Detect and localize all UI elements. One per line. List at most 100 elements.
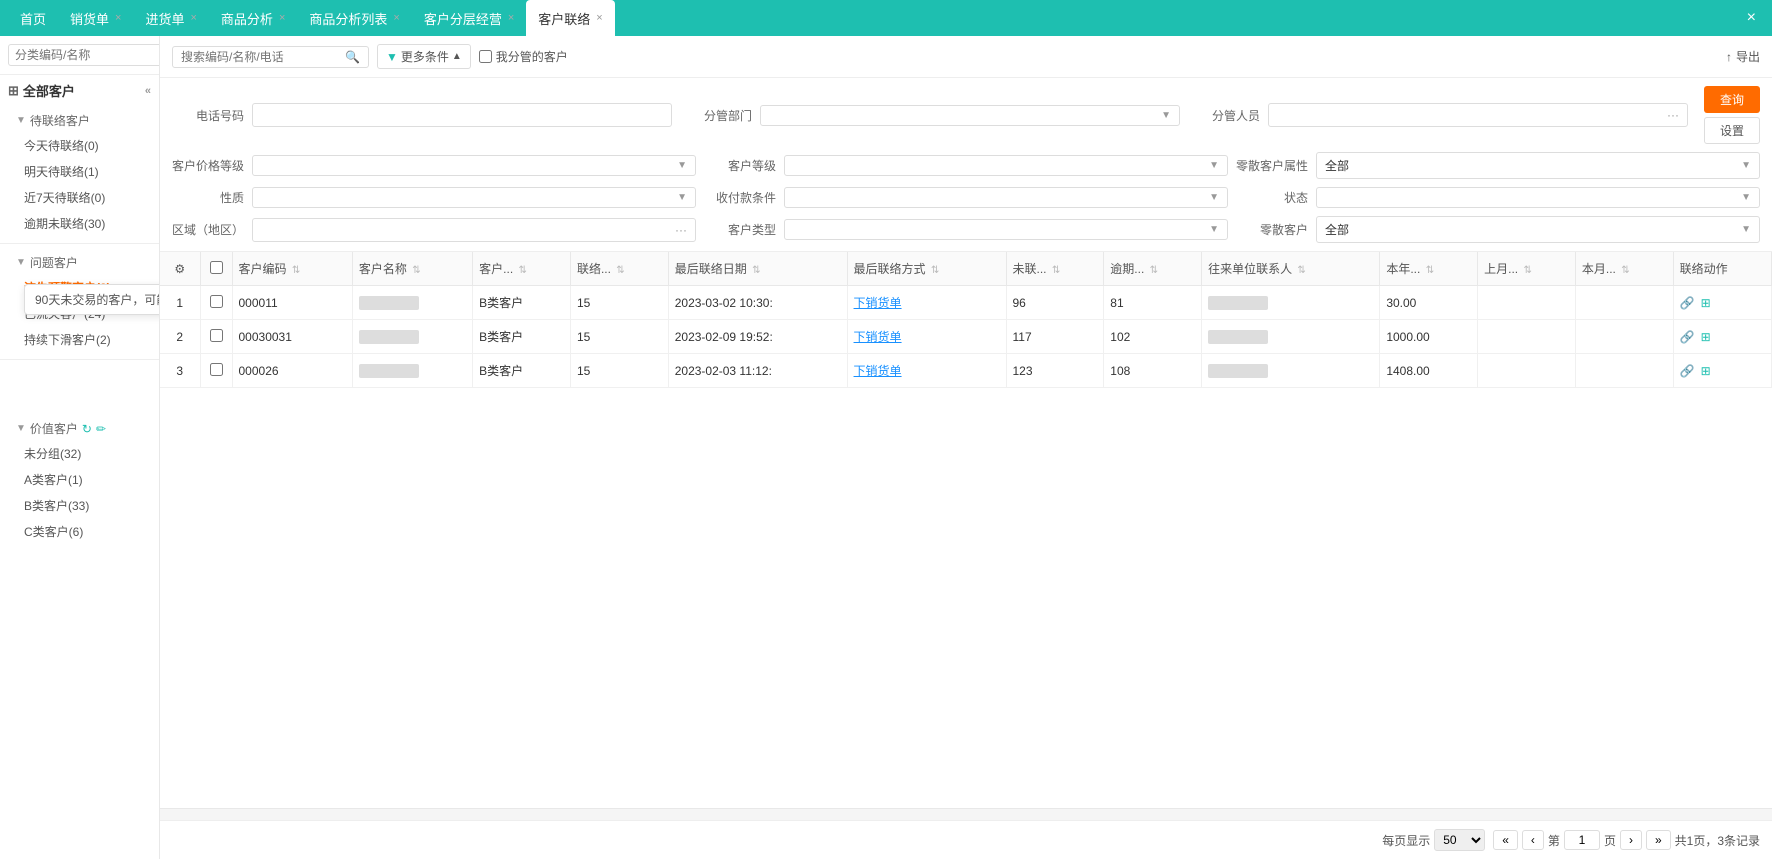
horizontal-scrollbar[interactable] [160,808,1772,820]
setting-button[interactable]: 设置 [1704,117,1760,144]
sidebar-item-ungroup[interactable]: 未分组(32) [0,441,159,467]
export-button[interactable]: ↑ 导出 [1726,48,1760,65]
close-tab-analysis-list[interactable]: × [393,12,399,24]
link-icon[interactable]: 🔗 [1680,330,1695,344]
input-phone[interactable] [252,103,672,127]
nav-tab-customer-layer[interactable]: 客户分层经营 × [412,0,526,36]
table-row: 1 000011 B类客户 15 2023-03-02 10:30: 下销货单 … [160,286,1772,320]
cell-type-0: B类客户 [473,286,571,320]
sidebar-all-customers[interactable]: ⊞ 全部客户 « [0,75,159,106]
sort-icon-overdue[interactable]: ⇅ [1150,265,1158,276]
close-tab-customer-layer[interactable]: × [508,12,514,24]
sidebar-item-7days[interactable]: 近7天待联络(0) [0,185,159,211]
chevron-down-icon: ▲ [452,51,462,62]
select-price-level[interactable]: ▼ [252,155,696,176]
nav-tab-customer-contact[interactable]: 客户联络 × [526,0,614,36]
nav-tab-purchase[interactable]: 进货单 × [133,0,208,36]
select-retail-cust[interactable]: 全部▼ [1316,216,1760,243]
sort-icon-this-year[interactable]: ⇅ [1426,265,1434,276]
select-cust-level[interactable]: ▼ [784,155,1228,176]
grid-icon: ⊞ [8,83,19,99]
cell-actions-0[interactable]: 🔗⊞ [1673,286,1771,320]
first-page-btn[interactable]: « [1493,830,1518,850]
more-conditions-btn[interactable]: ▼ 更多条件 ▲ [377,44,471,69]
th-name: 客户名称 ⇅ [352,252,472,286]
settings-icon[interactable]: ⚙ [174,262,185,276]
close-tab-sales[interactable]: × [115,12,121,24]
select-retail-attr[interactable]: 全部▼ [1316,152,1760,179]
search-input[interactable] [181,50,341,64]
sidebar-item-declining[interactable]: 持续下滑客户(2) [0,327,159,353]
nav-tab-sales[interactable]: 销货单 × [58,0,133,36]
cell-check-2[interactable] [200,354,232,388]
sidebar-search-input[interactable] [8,44,160,66]
select-person[interactable]: ··· [1268,103,1688,127]
cell-method-2[interactable]: 下销货单 [847,354,1006,388]
cell-actions-2[interactable]: 🔗⊞ [1673,354,1771,388]
cell-method-1[interactable]: 下销货单 [847,320,1006,354]
edit-icon[interactable]: ✏ [96,422,106,436]
content-area: 🔍 ▼ 更多条件 ▲ 我分管的客户 ↑ 导出 电话号码 [160,36,1772,859]
close-tab-purchase[interactable]: × [190,12,196,24]
sidebar-group-value-title[interactable]: ▼ 价值客户 ↻ ✏ [0,416,159,441]
select-nature[interactable]: ▼ [252,187,696,208]
sort-icon-contact[interactable]: ⇅ [616,265,624,276]
sort-icon-name[interactable]: ⇅ [412,265,420,276]
filter-status: 状态 ▼ [1236,187,1760,208]
select-region[interactable]: ··· [252,218,696,242]
sort-icon-last-month[interactable]: ⇅ [1523,265,1531,276]
select-status[interactable]: ▼ [1316,187,1760,208]
sort-icon-date[interactable]: ⇅ [752,265,760,276]
select-all-checkbox[interactable] [210,261,223,274]
cell-this-month-1 [1575,320,1673,354]
select-payment[interactable]: ▼ [784,187,1228,208]
sort-icon-person[interactable]: ⇅ [1297,265,1305,276]
sidebar-item-today[interactable]: 今天待联络(0) [0,133,159,159]
sort-icon-this-month[interactable]: ⇅ [1621,265,1629,276]
cell-type-1: B类客户 [473,320,571,354]
last-page-btn[interactable]: » [1646,830,1671,850]
close-tab-customer-contact[interactable]: × [596,12,602,24]
sort-icon-code[interactable]: ⇅ [292,265,300,276]
select-cust-type[interactable]: ▼ [784,219,1228,240]
page-number-input[interactable] [1564,830,1600,850]
cell-check-1[interactable] [200,320,232,354]
window-close-button[interactable]: × [1739,5,1764,31]
cell-method-0[interactable]: 下销货单 [847,286,1006,320]
refresh-icon[interactable]: ↻ [82,422,92,436]
sidebar-item-class-c[interactable]: C类客户(6) [0,519,159,545]
sidebar-group-pending-title[interactable]: ▼ 待联络客户 [0,108,159,133]
sort-icon-type[interactable]: ⇅ [519,265,527,276]
grid-icon[interactable]: ⊞ [1701,330,1711,344]
sort-icon-uncontacted[interactable]: ⇅ [1052,265,1060,276]
th-settings[interactable]: ⚙ [160,252,200,286]
nav-tab-analysis[interactable]: 商品分析 × [209,0,297,36]
nav-tab-analysis-list[interactable]: 商品分析列表 × [297,0,411,36]
page-size-select[interactable]: 20 50 100 200 [1434,829,1485,851]
select-dept[interactable]: ▼ [760,105,1180,126]
cell-actions-1[interactable]: 🔗⊞ [1673,320,1771,354]
arrow-retail-cust: ▼ [1741,224,1751,235]
sidebar-item-overdue[interactable]: 逾期未联络(30) [0,211,159,237]
collapse-icon[interactable]: « [145,85,151,97]
next-page-btn[interactable]: › [1620,830,1642,850]
search-icon[interactable]: 🔍 [345,50,360,64]
link-icon[interactable]: 🔗 [1680,364,1695,378]
my-customers-checkbox[interactable]: 我分管的客户 [479,48,568,65]
th-check[interactable] [200,252,232,286]
cell-check-0[interactable] [200,286,232,320]
query-button[interactable]: 查询 [1704,86,1760,113]
sidebar-group-problem-title[interactable]: ▼ 问题客户 [0,250,159,275]
sidebar-item-tomorrow[interactable]: 明天待联络(1) [0,159,159,185]
sort-icon-method[interactable]: ⇅ [931,265,939,276]
grid-icon[interactable]: ⊞ [1701,296,1711,310]
nav-tab-home[interactable]: 首页 [8,9,58,28]
close-tab-analysis[interactable]: × [279,12,285,24]
sidebar-item-class-b[interactable]: B类客户(33) [0,493,159,519]
filter-bar: 🔍 ▼ 更多条件 ▲ 我分管的客户 ↑ 导出 [160,36,1772,78]
prev-page-btn[interactable]: ‹ [1522,830,1544,850]
sidebar-item-class-a[interactable]: A类客户(1) [0,467,159,493]
link-icon[interactable]: 🔗 [1680,296,1695,310]
grid-icon[interactable]: ⊞ [1701,364,1711,378]
cell-this-year-2: 1408.00 [1380,354,1478,388]
